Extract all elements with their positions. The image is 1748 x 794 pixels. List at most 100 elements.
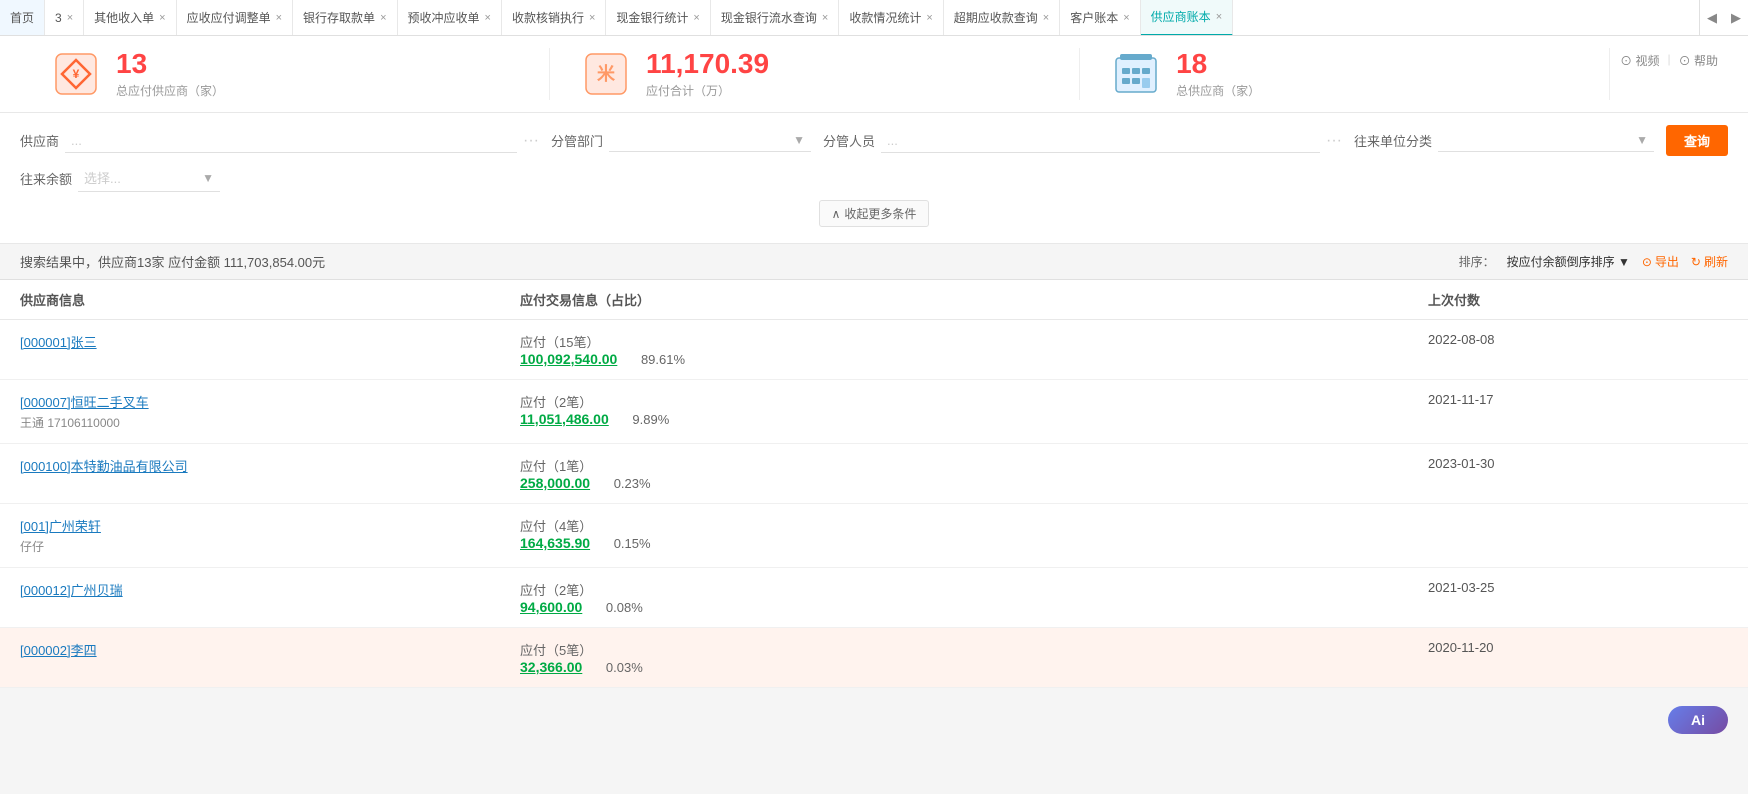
supplier-link-5[interactable]: [000012]广州贝瑞 <box>20 580 520 599</box>
last-pay-cell-3: 2023-01-30 <box>1428 456 1728 471</box>
close-icon[interactable]: × <box>926 12 932 24</box>
supplier-link-4[interactable]: [001]广州荣轩 <box>20 516 520 535</box>
close-icon[interactable]: × <box>589 12 595 24</box>
tx-cell-1: 应付（15笔） 100,092,540.00 89.61% <box>520 332 1428 367</box>
supplier-link-1[interactable]: [000001]张三 <box>20 332 520 351</box>
tx-percent-6: 0.03% <box>606 660 643 675</box>
svg-text:¥: ¥ <box>73 67 80 81</box>
summary-card-total-suppliers: 18 总供应商（家） <box>1080 48 1610 100</box>
tx-amount-3[interactable]: 258,000.00 <box>520 475 590 491</box>
summary-bar: ¥ 13 总应付供应商（家） 米 11,170.39 应付合计（万） <box>0 36 1748 113</box>
nav-tab-collection-stat[interactable]: 收款情况统计 × <box>839 0 943 36</box>
nav-tab-ar-ap-adjust[interactable]: 应收应付调整单 × <box>177 0 293 36</box>
sort-dropdown-icon: ▼ <box>1618 255 1630 269</box>
close-icon[interactable]: × <box>1216 11 1222 23</box>
supplier-dots-btn[interactable]: ··· <box>523 132 539 150</box>
person-input[interactable] <box>881 129 1320 153</box>
close-icon[interactable]: × <box>1043 12 1049 24</box>
total-suppliers-label: 总供应商（家） <box>1176 82 1260 99</box>
payable-total-label: 应付合计（万） <box>646 82 769 99</box>
nav-prev-button[interactable]: ◀ <box>1700 0 1724 36</box>
nav-tab-home[interactable]: 首页 <box>0 0 45 36</box>
supplier-link-3[interactable]: [000100]本特勤油品有限公司 <box>20 456 520 475</box>
search-button[interactable]: 查询 <box>1666 125 1728 156</box>
supplier-cell-3: [000100]本特勤油品有限公司 <box>20 456 520 475</box>
refresh-button[interactable]: ↻ 刷新 <box>1691 253 1728 270</box>
summary-card-payable-total: 米 11,170.39 应付合计（万） <box>550 48 1080 100</box>
dept-label: 分管部门 <box>551 131 603 150</box>
nav-tab-customer-ledger[interactable]: 客户账本 × <box>1060 0 1140 36</box>
nav-tab-prepay-offset[interactable]: 预收冲应收单 × <box>398 0 502 36</box>
total-suppliers-value: 18 <box>1176 49 1260 80</box>
total-suppliers-icon <box>1110 48 1162 100</box>
supplier-cell-6: [000002]李四 <box>20 640 520 659</box>
chevron-up-icon: ∧ <box>832 207 841 221</box>
close-icon[interactable]: × <box>276 12 282 24</box>
close-icon[interactable]: × <box>1123 12 1129 24</box>
payable-suppliers-value: 13 <box>116 49 224 80</box>
tx-label-1: 应付（15笔） <box>520 332 1428 351</box>
nav-tab-cash-bank-flow[interactable]: 现金银行流水查询 × <box>711 0 839 36</box>
tx-label-3: 应付（1笔） <box>520 456 1428 475</box>
supplier-filter: 供应商 ··· <box>20 129 539 153</box>
nav-tab-other-income[interactable]: 其他收入单 × <box>84 0 176 36</box>
table-row: [000100]本特勤油品有限公司 应付（1笔） 258,000.00 0.23… <box>0 444 1748 504</box>
nav-tab-cash-bank-stat[interactable]: 现金银行统计 × <box>606 0 710 36</box>
close-icon[interactable]: × <box>67 12 73 24</box>
person-dots-btn[interactable]: ··· <box>1326 132 1342 150</box>
table-row: [000012]广州贝瑞 应付（2笔） 94,600.00 0.08% 2021… <box>0 568 1748 628</box>
nav-tab-3[interactable]: 3 × <box>45 0 84 36</box>
payable-suppliers-label: 总应付供应商（家） <box>116 82 224 99</box>
supplier-sub-4: 仔仔 <box>20 538 520 555</box>
balance-select[interactable]: 选择... ▼ <box>78 164 220 192</box>
ai-button[interactable]: Ai <box>1668 706 1728 734</box>
tx-amount-6[interactable]: 32,366.00 <box>520 659 582 675</box>
table-row: [000002]李四 应付（5笔） 32,366.00 0.03% 2020-1… <box>0 628 1748 688</box>
help-link[interactable]: ⊙ 帮助 <box>1679 52 1718 69</box>
export-button[interactable]: ⊙ 导出 <box>1642 253 1679 270</box>
dept-select[interactable]: ▼ <box>609 129 811 152</box>
nav-tab-supplier-ledger[interactable]: 供应商账本 × <box>1141 0 1233 36</box>
sort-value-btn[interactable]: 按应付余额倒序排序 ▼ <box>1507 253 1630 270</box>
nav-tab-payment-verify[interactable]: 收款核销执行 × <box>502 0 606 36</box>
category-dropdown-arrow-icon: ▼ <box>1636 133 1648 147</box>
supplier-table: 供应商信息 应付交易信息（占比） 上次付数 [000001]张三 应付（15笔）… <box>0 280 1748 688</box>
person-filter: 分管人员 ··· <box>823 129 1342 153</box>
table-row: [000007]恒旺二手叉车 王通 17106110000 应付（2笔） 11,… <box>0 380 1748 444</box>
supplier-cell-5: [000012]广州贝瑞 <box>20 580 520 599</box>
nav-tab-bank-deposit[interactable]: 银行存取款单 × <box>293 0 397 36</box>
export-icon: ⊙ <box>1642 255 1652 269</box>
close-icon[interactable]: × <box>485 12 491 24</box>
tx-label-5: 应付（2笔） <box>520 580 1428 599</box>
summary-card-payable-suppliers: ¥ 13 总应付供应商（家） <box>20 48 550 100</box>
close-icon[interactable]: × <box>380 12 386 24</box>
total-suppliers-info: 18 总供应商（家） <box>1176 49 1260 100</box>
filter-row-2: 往来余额 选择... ▼ <box>20 164 1728 192</box>
refresh-icon: ↻ <box>1691 255 1701 269</box>
payable-suppliers-icon: ¥ <box>50 48 102 100</box>
payable-total-info: 11,170.39 应付合计（万） <box>646 49 769 100</box>
last-pay-cell-2: 2021-11-17 <box>1428 392 1728 407</box>
tx-amount-2[interactable]: 11,051,486.00 <box>520 411 609 427</box>
tx-percent-1: 89.61% <box>641 352 685 367</box>
supplier-link-2[interactable]: [000007]恒旺二手叉车 <box>20 392 520 411</box>
supplier-input[interactable] <box>65 129 517 153</box>
nav-tab-overdue-ar[interactable]: 超期应收款查询 × <box>944 0 1060 36</box>
collapse-button[interactable]: ∧ 收起更多条件 <box>819 200 930 227</box>
category-select[interactable]: ▼ <box>1438 129 1654 152</box>
tx-amount-5[interactable]: 94,600.00 <box>520 599 582 615</box>
table-row: [000001]张三 应付（15笔） 100,092,540.00 89.61%… <box>0 320 1748 380</box>
payable-total-icon: 米 <box>580 48 632 100</box>
dept-filter: 分管部门 ▼ <box>551 129 811 152</box>
last-pay-cell-6: 2020-11-20 <box>1428 640 1728 655</box>
close-icon[interactable]: × <box>693 12 699 24</box>
tx-amount-1[interactable]: 100,092,540.00 <box>520 351 617 367</box>
supplier-link-6[interactable]: [000002]李四 <box>20 640 520 659</box>
dept-dropdown-arrow-icon: ▼ <box>793 133 805 147</box>
tx-cell-3: 应付（1笔） 258,000.00 0.23% <box>520 456 1428 491</box>
nav-next-button[interactable]: ▶ <box>1724 0 1748 36</box>
close-icon[interactable]: × <box>822 12 828 24</box>
close-icon[interactable]: × <box>159 12 165 24</box>
tx-amount-4[interactable]: 164,635.90 <box>520 535 590 551</box>
video-link[interactable]: ⊙ 视频 <box>1620 52 1659 69</box>
